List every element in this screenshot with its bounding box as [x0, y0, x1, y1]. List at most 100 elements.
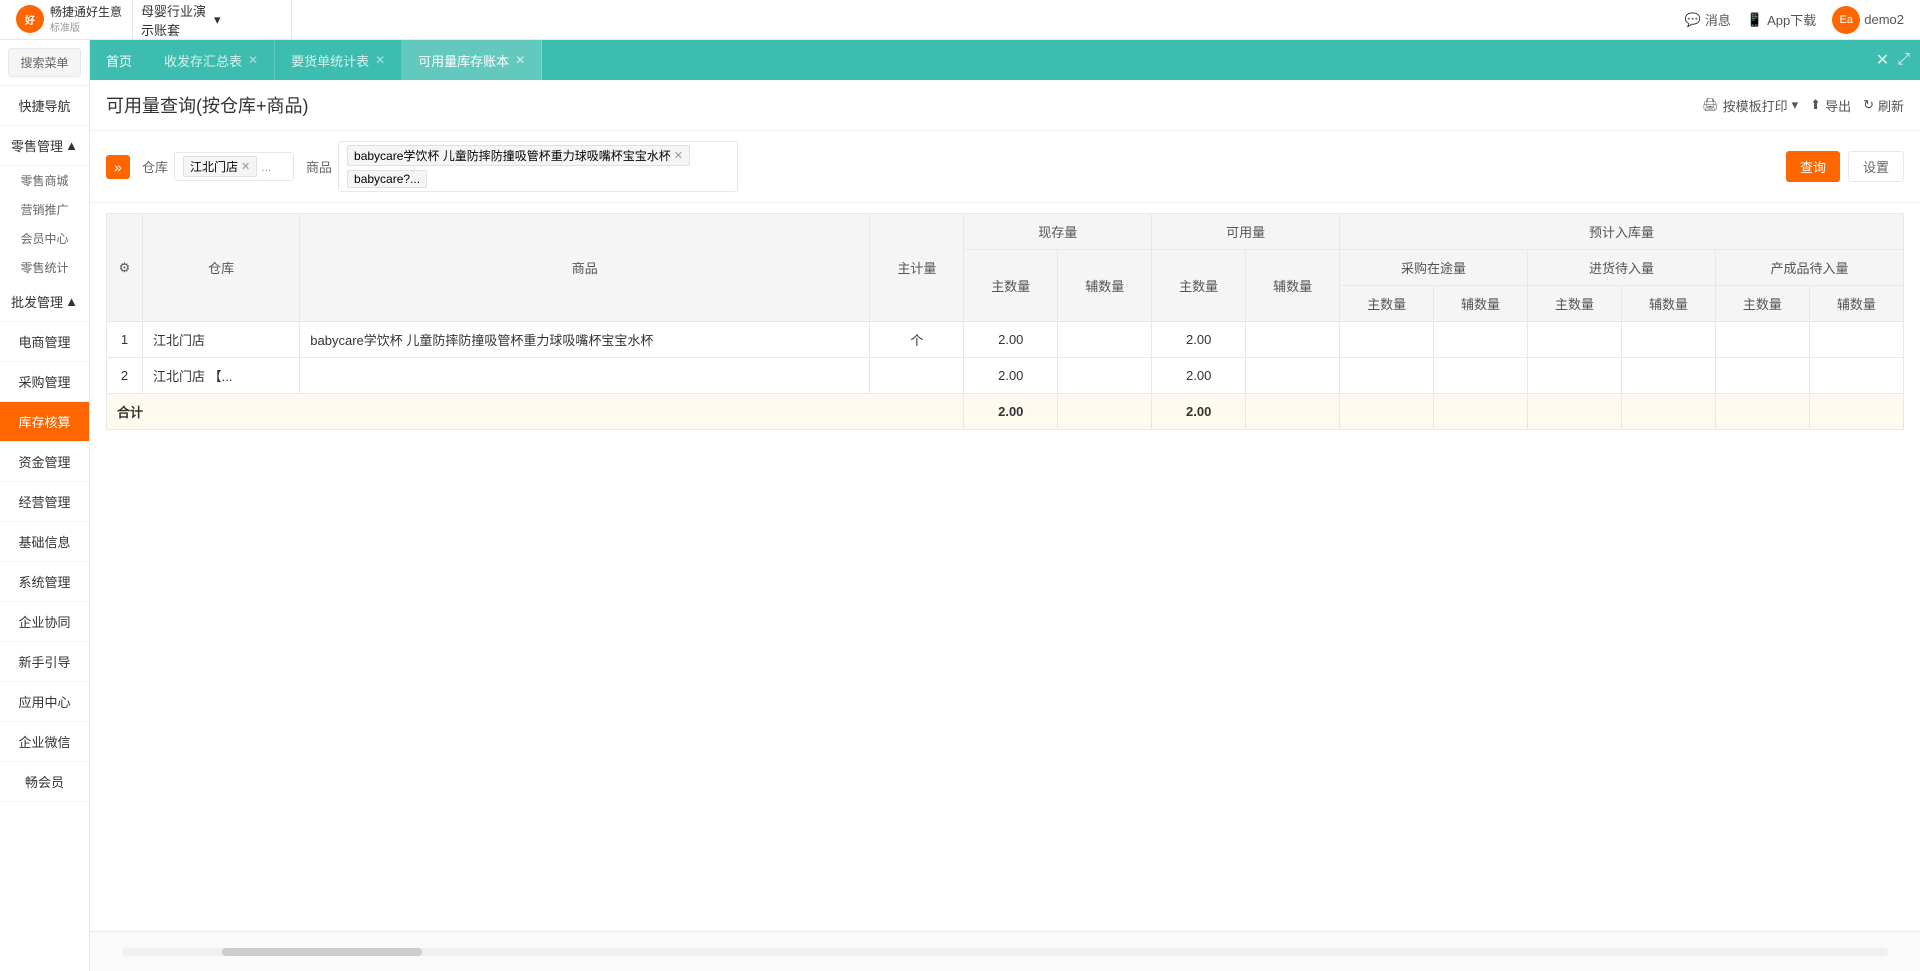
- close-all-btn[interactable]: ✕: [1876, 50, 1889, 70]
- tab-bar: 首页 收发存汇总表 ✕ 要货单统计表 ✕ 可用量库存账本 ✕ ✕ ⤢: [90, 40, 1920, 80]
- sidebar-item-finance[interactable]: 资金管理: [0, 442, 89, 482]
- th-product: 商品: [300, 214, 870, 322]
- tab-home[interactable]: 首页: [90, 40, 148, 80]
- sidebar-item-retail-mall[interactable]: 零售商城: [0, 166, 89, 195]
- sidebar-item-app-center[interactable]: 应用中心: [0, 682, 89, 722]
- total-purch-main: [1528, 394, 1622, 430]
- warehouse-input[interactable]: 江北门店 ✕ ...: [174, 152, 294, 181]
- user-area[interactable]: Ea demo2: [1832, 6, 1904, 34]
- setting-btn[interactable]: 设置: [1848, 151, 1904, 182]
- th-settings[interactable]: ⚙: [107, 214, 143, 322]
- tab-available-inventory[interactable]: 可用量库存账本 ✕: [402, 40, 542, 80]
- sidebar-item-operation[interactable]: 经营管理: [0, 482, 89, 522]
- warehouse-tag-close[interactable]: ✕: [241, 160, 250, 173]
- cell-product: [300, 358, 870, 394]
- sidebar-item-quick-nav[interactable]: 快捷导航: [0, 86, 89, 126]
- sidebar-item-enterprise-collab[interactable]: 企业协同: [0, 602, 89, 642]
- th-purch-main: 主数量: [1528, 286, 1622, 322]
- query-btn[interactable]: 查询: [1786, 151, 1840, 182]
- tab-close-receivable[interactable]: ✕: [248, 53, 258, 67]
- th-main-unit: 主计量: [870, 214, 964, 322]
- scrollbar-area[interactable]: [122, 948, 1888, 956]
- org-name: 母婴行业演示账套: [141, 1, 210, 39]
- total-prod-sub: [1809, 394, 1903, 430]
- dropdown-icon: ▾: [214, 12, 283, 28]
- th-proc-sub: 辅数量: [1434, 286, 1528, 322]
- sidebar-item-member-center[interactable]: 会员中心: [0, 224, 89, 253]
- page-title: 可用量查询(按仓库+商品): [106, 92, 309, 118]
- refresh-icon: ↻: [1863, 97, 1874, 113]
- sidebar-item-basic-info[interactable]: 基础信息: [0, 522, 89, 562]
- th-avail-sub: 辅数量: [1246, 250, 1340, 322]
- total-proc-main: [1340, 394, 1434, 430]
- expand-btn[interactable]: ⤢: [1897, 51, 1910, 69]
- cell-main-unit: 个: [870, 322, 964, 358]
- refresh-btn[interactable]: ↻ 刷新: [1863, 96, 1904, 115]
- th-available: 可用量: [1152, 214, 1340, 250]
- tab-label: 可用量库存账本: [418, 51, 509, 70]
- product-tag-1-close[interactable]: ✕: [674, 149, 683, 162]
- product-filter: 商品 babycare学饮杯 儿童防摔防撞吸管杯重力球吸嘴杯宝宝水杯 ✕ bab…: [306, 141, 738, 192]
- export-btn[interactable]: ⬆ 导出: [1810, 96, 1851, 115]
- export-icon: ⬆: [1810, 97, 1821, 113]
- cell-avail-main: 2.00: [1152, 358, 1246, 394]
- warehouse-more[interactable]: ...: [261, 160, 271, 174]
- cell-purch-main: [1528, 358, 1622, 394]
- filter-expand-btn[interactable]: »: [106, 155, 130, 179]
- export-label: 导出: [1825, 96, 1851, 115]
- tab-bar-right: ✕ ⤢: [1876, 50, 1920, 70]
- inventory-table: ⚙ 仓库 商品 主计量 现存量 可用量 预计入库量 主数量 辅数量: [106, 213, 1904, 430]
- sidebar-item-marketing[interactable]: 营销推广: [0, 195, 89, 224]
- sidebar-item-chang-member[interactable]: 畅会员: [0, 762, 89, 802]
- app-download-btn[interactable]: 📱 App下载: [1747, 10, 1816, 29]
- user-name: demo2: [1864, 12, 1904, 27]
- main-layout: 搜索菜单 快捷导航 零售管理 ▲ 零售商城 营销推广 会员中心 零售统计 批发管…: [0, 40, 1920, 971]
- cell-avail-sub: [1246, 358, 1340, 394]
- scrollbar-thumb[interactable]: [222, 948, 422, 956]
- sidebar-item-ecommerce[interactable]: 电商管理: [0, 322, 89, 362]
- total-proc-sub: [1434, 394, 1528, 430]
- sidebar-item-purchase[interactable]: 采购管理: [0, 362, 89, 402]
- th-avail-main: 主数量: [1152, 250, 1246, 322]
- cell-prod-sub: [1809, 322, 1903, 358]
- print-label: 按模板打印: [1723, 96, 1788, 115]
- sidebar-item-wholesale-mgmt[interactable]: 批发管理 ▲: [0, 282, 89, 322]
- message-label: 消息: [1705, 10, 1731, 29]
- search-menu-btn[interactable]: 搜索菜单: [8, 48, 81, 77]
- print-arrow: ▾: [1792, 97, 1799, 113]
- th-proc-main: 主数量: [1340, 286, 1434, 322]
- th-purchase-arriving: 进货待入量: [1528, 250, 1716, 286]
- th-procurement-transit: 采购在途量: [1340, 250, 1528, 286]
- cell-proc-sub: [1434, 322, 1528, 358]
- tab-close-inventory[interactable]: ✕: [515, 53, 525, 67]
- cell-prod-main: [1715, 322, 1809, 358]
- warehouse-tag: 江北门店 ✕: [183, 156, 257, 177]
- tab-order-stats[interactable]: 要货单统计表 ✕: [275, 40, 402, 80]
- app-label: App下载: [1767, 10, 1816, 29]
- filter-area: » 仓库 江北门店 ✕ ... 商品: [90, 131, 1920, 203]
- sidebar-item-enterprise-wechat[interactable]: 企业微信: [0, 722, 89, 762]
- total-stock-sub: [1058, 394, 1152, 430]
- sidebar-item-inventory[interactable]: 库存核算: [0, 402, 89, 442]
- product-input[interactable]: babycare学饮杯 儿童防摔防撞吸管杯重力球吸嘴杯宝宝水杯 ✕ babyca…: [338, 141, 738, 192]
- sidebar-item-retail-mgmt[interactable]: 零售管理 ▲: [0, 126, 89, 166]
- refresh-label: 刷新: [1878, 96, 1904, 115]
- arrow-icon: ▲: [65, 294, 78, 309]
- print-btn[interactable]: 🖨 按模板打印 ▾: [1702, 96, 1798, 115]
- logo-icon: 好: [16, 5, 44, 33]
- sidebar-item-new-guide[interactable]: 新手引导: [0, 642, 89, 682]
- message-btn[interactable]: 💬 消息: [1685, 10, 1731, 29]
- sidebar-item-system[interactable]: 系统管理: [0, 562, 89, 602]
- message-icon: 💬: [1685, 12, 1701, 28]
- total-avail-main: 2.00: [1152, 394, 1246, 430]
- product-tag-1: babycare学饮杯 儿童防摔防撞吸管杯重力球吸嘴杯宝宝水杯 ✕: [347, 145, 690, 166]
- top-bar-right: 💬 消息 📱 App下载 Ea demo2: [1685, 6, 1904, 34]
- app-icon: 📱: [1747, 12, 1763, 28]
- product-tag-2: babycare?...: [347, 170, 427, 188]
- tab-receivable-summary[interactable]: 收发存汇总表 ✕: [148, 40, 275, 80]
- org-selector[interactable]: 母婴行业演示账套 ▾: [132, 0, 292, 44]
- tab-close-order[interactable]: ✕: [375, 53, 385, 67]
- sidebar-item-retail-stats[interactable]: 零售统计: [0, 253, 89, 282]
- tab-label: 收发存汇总表: [164, 51, 242, 70]
- total-purch-sub: [1621, 394, 1715, 430]
